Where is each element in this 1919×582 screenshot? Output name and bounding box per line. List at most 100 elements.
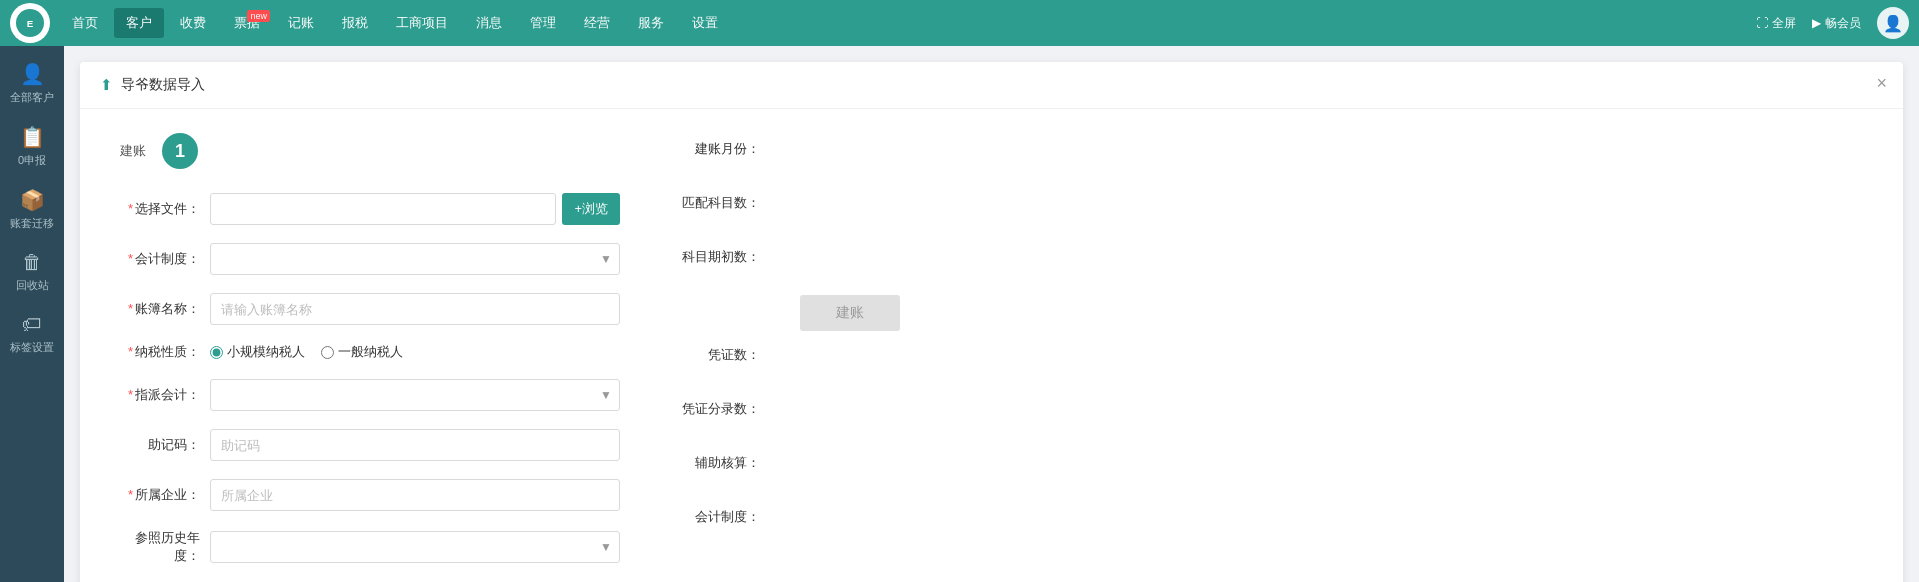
sidebar-item-label-all-customers: 全部客户 [10, 90, 54, 105]
sidebar: 👤 全部客户 📋 0申报 📦 账套迁移 🗑 回收站 🏷 标签设置 [0, 46, 64, 582]
match-subjects-row: 匹配科目数： [660, 187, 1040, 219]
tax-general-radio-item[interactable]: 一般纳税人 [321, 343, 403, 361]
sidebar-item-label-recycle-bin: 回收站 [16, 278, 49, 293]
nav-item-bookkeeping[interactable]: 记账 [276, 8, 326, 38]
aux-accounting-row: 辅助核算： [660, 447, 1040, 479]
file-input-group: +浏览 [210, 193, 620, 225]
nav-item-business[interactable]: 工商项目 [384, 8, 460, 38]
nav-right: ⛶ 全屏 ▶ 畅会员 👤 [1756, 7, 1909, 39]
nav-item-service[interactable]: 服务 [626, 8, 676, 38]
sidebar-item-label-settings[interactable]: 🏷 标签设置 [4, 305, 60, 363]
avatar[interactable]: 👤 [1877, 7, 1909, 39]
build-btn-container: 建账 [660, 295, 1040, 331]
sidebar-item-label-zero-declaration: 0申报 [18, 153, 46, 168]
nav-item-operation[interactable]: 经营 [572, 8, 622, 38]
all-customers-icon: 👤 [20, 62, 45, 86]
info-accounting-system-label: 会计制度： [660, 508, 760, 526]
assign-accountant-wrapper: ▼ [210, 379, 620, 411]
ledger-name-label: 账簿名称： [120, 300, 200, 318]
belong-company-row: 所属企业： [120, 479, 620, 511]
accounting-system-select[interactable] [210, 243, 620, 275]
belong-company-label: 所属企业： [120, 486, 200, 504]
sidebar-item-label-account-migration: 账套迁移 [10, 216, 54, 231]
account-migration-icon: 📦 [20, 188, 45, 212]
step-header: 建账 1 [120, 133, 620, 169]
step-label: 建账 [120, 142, 146, 160]
card-body: 建账 1 选择文件： +浏览 [80, 109, 1903, 582]
fullscreen-icon: ⛶ [1756, 16, 1768, 30]
import-icon: ⬆ [100, 76, 113, 94]
member-btn[interactable]: ▶ 畅会员 [1812, 15, 1861, 32]
import-card: ⬆ 导爷数据导入 × 建账 1 选择文件： [80, 62, 1903, 582]
zero-declaration-icon: 📋 [20, 125, 45, 149]
content-area: ⬆ 导爷数据导入 × 建账 1 选择文件： [64, 46, 1919, 582]
logo[interactable]: E [10, 3, 50, 43]
nav-item-customers[interactable]: 客户 [114, 8, 164, 38]
voucher-entries-label: 凭证分录数： [660, 400, 760, 418]
top-navigation: E 首页 客户 收费 票据 new 记账 报税 工商项目 消息 管理 经营 服务… [0, 0, 1919, 46]
nav-item-fees[interactable]: 收费 [168, 8, 218, 38]
history-year-label: 参照历史年度： [120, 529, 200, 565]
svg-text:E: E [27, 18, 34, 29]
file-select-row: 选择文件： +浏览 [120, 193, 620, 225]
match-subjects-label: 匹配科目数： [660, 194, 760, 212]
tax-small-radio[interactable] [210, 346, 223, 359]
history-year-select[interactable] [210, 531, 620, 563]
nav-item-tax[interactable]: 报税 [330, 8, 380, 38]
vouchers-label: 凭证数： [660, 346, 760, 364]
tax-type-label: 纳税性质： [120, 343, 200, 361]
ledger-name-input[interactable] [210, 293, 620, 325]
info-section: 建账月份： 匹配科目数： 科目期初数： 建账 [660, 133, 1040, 582]
nav-item-home[interactable]: 首页 [60, 8, 110, 38]
tax-small-radio-item[interactable]: 小规模纳税人 [210, 343, 305, 361]
form-section: 建账 1 选择文件： +浏览 [120, 133, 620, 582]
assign-accountant-label: 指派会计： [120, 386, 200, 404]
accounting-system-row: 会计制度： ▼ [120, 243, 620, 275]
label-settings-icon: 🏷 [22, 313, 42, 336]
aux-accounting-label: 辅助核算： [660, 454, 760, 472]
history-year-wrapper: ▼ [210, 531, 620, 563]
nav-item-messages[interactable]: 消息 [464, 8, 514, 38]
sidebar-item-all-customers[interactable]: 👤 全部客户 [4, 54, 60, 113]
fullscreen-btn[interactable]: ⛶ 全屏 [1756, 15, 1796, 32]
build-button[interactable]: 建账 [800, 295, 900, 331]
file-select-label: 选择文件： [120, 200, 200, 218]
new-badge: new [247, 10, 270, 22]
tax-general-radio[interactable] [321, 346, 334, 359]
history-year-row: 参照历史年度： ▼ [120, 529, 620, 565]
period-initial-row: 科目期初数： [660, 241, 1040, 273]
assist-code-input[interactable] [210, 429, 620, 461]
assist-code-row: 助记码： [120, 429, 620, 461]
tax-type-radio-group: 小规模纳税人 一般纳税人 [210, 343, 403, 361]
ledger-name-row: 账簿名称： [120, 293, 620, 325]
info-accounting-system-row: 会计制度： [660, 501, 1040, 533]
tax-small-label: 小规模纳税人 [227, 343, 305, 361]
nav-item-invoices[interactable]: 票据 new [222, 8, 272, 38]
browse-button[interactable]: +浏览 [562, 193, 620, 225]
sidebar-item-account-migration[interactable]: 📦 账套迁移 [4, 180, 60, 239]
assign-accountant-select[interactable] [210, 379, 620, 411]
accounting-system-wrapper: ▼ [210, 243, 620, 275]
sidebar-item-zero-declaration[interactable]: 📋 0申报 [4, 117, 60, 176]
card-header: ⬆ 导爷数据导入 × [80, 62, 1903, 109]
accounting-system-label: 会计制度： [120, 250, 200, 268]
build-month-label: 建账月份： [660, 140, 760, 158]
period-initial-label: 科目期初数： [660, 248, 760, 266]
build-month-row: 建账月份： [660, 133, 1040, 165]
nav-item-management[interactable]: 管理 [518, 8, 568, 38]
sidebar-item-recycle-bin[interactable]: 🗑 回收站 [4, 243, 60, 301]
voucher-entries-row: 凭证分录数： [660, 393, 1040, 425]
assign-accountant-row: 指派会计： ▼ [120, 379, 620, 411]
tax-general-label: 一般纳税人 [338, 343, 403, 361]
assist-code-label: 助记码： [120, 436, 200, 454]
card-title: 导爷数据导入 [121, 76, 205, 94]
tax-type-row: 纳税性质： 小规模纳税人 一般纳税人 [120, 343, 620, 361]
file-text-input[interactable] [210, 193, 556, 225]
recycle-bin-icon: 🗑 [22, 251, 42, 274]
nav-item-settings[interactable]: 设置 [680, 8, 730, 38]
step-circle: 1 [162, 133, 198, 169]
close-button[interactable]: × [1876, 74, 1887, 92]
belong-company-input[interactable] [210, 479, 620, 511]
vouchers-row: 凭证数： [660, 339, 1040, 371]
main-layout: 👤 全部客户 📋 0申报 📦 账套迁移 🗑 回收站 🏷 标签设置 ⬆ 导爷数据导… [0, 46, 1919, 582]
